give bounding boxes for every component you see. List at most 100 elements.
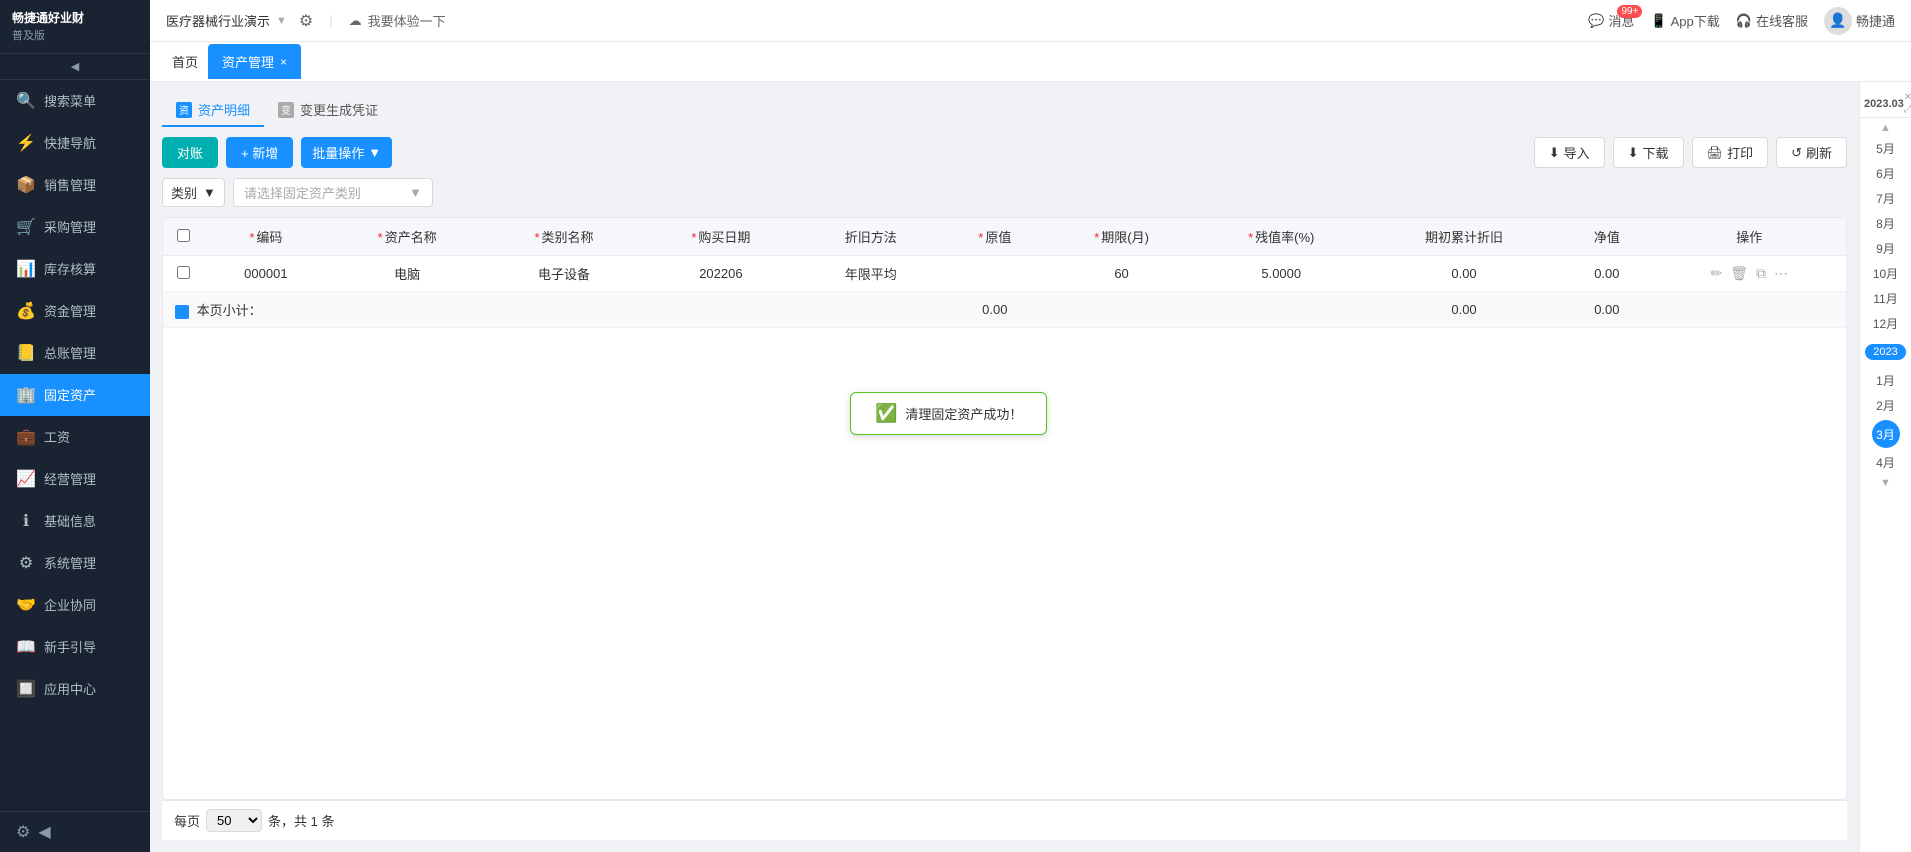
- experience-btn[interactable]: ☁ 我要体验一下: [349, 11, 446, 30]
- th-depreciation-method: 折旧方法: [799, 218, 942, 256]
- download-button[interactable]: ⬇ 下载: [1613, 137, 1684, 168]
- sidebar-item-fixed-assets[interactable]: 🏢 固定资产: [0, 374, 150, 416]
- reconcile-button[interactable]: 对账: [162, 137, 218, 168]
- sidebar-item-basic-info[interactable]: ℹ 基础信息: [0, 500, 150, 542]
- right-panel-close-icon[interactable]: ✕: [1904, 92, 1911, 103]
- copy-icon[interactable]: ⧉: [1756, 265, 1766, 282]
- per-page-label: 每页: [174, 811, 200, 830]
- batch-ops-button[interactable]: 批量操作 ▼: [301, 137, 392, 168]
- category-input[interactable]: 请选择固定资产类别 ▼: [233, 178, 433, 207]
- td-initial-depreciation: 0.00: [1367, 256, 1561, 292]
- month-1[interactable]: 1月: [1876, 368, 1895, 393]
- sidebar-label-operations: 经营管理: [44, 469, 96, 488]
- month-8[interactable]: 8月: [1876, 211, 1895, 236]
- month-9[interactable]: 9月: [1876, 236, 1895, 261]
- asset-table-wrap: *编码 *资产名称 *类别名称 *购买日期 折旧方法 *原值 *期限(月) *残…: [162, 217, 1847, 800]
- success-check-icon: ✅: [875, 403, 897, 424]
- content-area: 资 资产明细 变 变更生成凭证 对账 + 新增: [150, 82, 1859, 852]
- service-btn[interactable]: 🎧 在线客服: [1736, 11, 1808, 30]
- month-6[interactable]: 6月: [1876, 161, 1895, 186]
- refresh-button[interactable]: ↺ 刷新: [1776, 137, 1847, 168]
- edit-icon[interactable]: ✏: [1710, 265, 1722, 282]
- sidebar-item-operations[interactable]: 📈 经营管理: [0, 458, 150, 500]
- user-label: 畅捷通: [1856, 11, 1895, 30]
- reconcile-label: 对账: [177, 143, 203, 162]
- headset-icon: 🎧: [1736, 13, 1752, 29]
- tab-asset-management[interactable]: 资产管理 ×: [208, 44, 301, 79]
- td-name: 电脑: [329, 256, 486, 292]
- import-button[interactable]: ⬇ 导入: [1534, 137, 1605, 168]
- batch-ops-chevron-icon: ▼: [368, 145, 381, 160]
- sidebar-item-ledger[interactable]: 📒 总账管理: [0, 332, 150, 374]
- category-placeholder: 请选择固定资产类别: [244, 183, 361, 202]
- success-message: 清理固定资产成功！: [905, 404, 1022, 423]
- th-period: *期限(月): [1047, 218, 1195, 256]
- month-2[interactable]: 2月: [1876, 393, 1895, 418]
- sub-tab-change-voucher[interactable]: 变 变更生成凭证: [264, 94, 392, 127]
- batch-ops-label: 批量操作: [312, 143, 364, 162]
- up-arrow-btn[interactable]: ▲: [1878, 120, 1893, 136]
- app-download-btn[interactable]: 📱 App下载: [1650, 11, 1719, 30]
- experience-label: 我要体验一下: [368, 11, 446, 30]
- th-net-value: 净值: [1561, 218, 1652, 256]
- asset-table: *编码 *资产名称 *类别名称 *购买日期 折旧方法 *原值 *期限(月) *残…: [163, 218, 1846, 328]
- tab-close-icon[interactable]: ×: [280, 55, 287, 69]
- sidebar-item-app-center[interactable]: 🔲 应用中心: [0, 668, 150, 710]
- user-menu[interactable]: 👤 畅捷通: [1824, 7, 1895, 35]
- month-12[interactable]: 12月: [1873, 311, 1898, 336]
- td-category: 电子设备: [486, 256, 643, 292]
- month-4[interactable]: 4月: [1876, 450, 1895, 475]
- row-checkbox[interactable]: [177, 266, 190, 279]
- sidebar-item-enterprise[interactable]: 🤝 企业协同: [0, 584, 150, 626]
- messages-btn[interactable]: 💬 消息 99+: [1588, 11, 1634, 30]
- avatar: 👤: [1824, 7, 1852, 35]
- sidebar-collapse-arrow[interactable]: ◀: [71, 60, 79, 73]
- settings-bottom-icon[interactable]: ⚙: [16, 822, 30, 842]
- basic-info-icon: ℹ: [16, 511, 36, 531]
- sidebar-item-system[interactable]: ⚙ 系统管理: [0, 542, 150, 584]
- download-label: 下载: [1643, 143, 1669, 162]
- sidebar-item-search[interactable]: 🔍 搜索菜单: [0, 80, 150, 122]
- subtotal-original: 0.00: [942, 292, 1047, 328]
- per-page-select[interactable]: 50 100 200: [206, 809, 262, 832]
- month-7[interactable]: 7月: [1876, 186, 1895, 211]
- delete-icon[interactable]: 🗑: [1730, 265, 1748, 282]
- month-5[interactable]: 5月: [1876, 136, 1895, 161]
- app-center-icon: 🔲: [16, 679, 36, 699]
- subtotal-row: 本页小计： 0.00 0.00 0.00: [163, 292, 1846, 328]
- month-10[interactable]: 10月: [1873, 261, 1898, 286]
- month-11[interactable]: 11月: [1873, 286, 1897, 311]
- subtotal-label: 本页小计：: [163, 292, 942, 328]
- sidebar-scroll: 🔍 搜索菜单 ⚡ 快捷导航 📦 销售管理 🛒 采购管理 📊 库存核算 💰 资金管…: [0, 80, 150, 811]
- subtotal-actions-empty: [1653, 292, 1847, 328]
- print-button[interactable]: 🖨 打印: [1692, 137, 1769, 168]
- down-arrow-btn[interactable]: ▼: [1878, 475, 1893, 491]
- sidebar-item-sales[interactable]: 📦 销售管理: [0, 164, 150, 206]
- payroll-icon: 💼: [16, 427, 36, 447]
- subtotal-empty-2: [1196, 292, 1367, 328]
- sidebar-label-fixed-assets: 固定资产: [44, 385, 96, 404]
- sidebar-item-guide[interactable]: 📖 新手引导: [0, 626, 150, 668]
- filter-row: 类别 ▼ 请选择固定资产类别 ▼: [162, 178, 1847, 207]
- sidebar-item-finance[interactable]: 💰 资金管理: [0, 290, 150, 332]
- month-3-current[interactable]: 3月: [1872, 420, 1900, 448]
- sub-tab-asset-detail[interactable]: 资 资产明细: [162, 94, 264, 127]
- collapse-icon[interactable]: ◀: [38, 822, 50, 842]
- download-icon: ⬇: [1628, 145, 1639, 161]
- import-icon: ⬇: [1549, 145, 1560, 161]
- category-filter[interactable]: 类别 ▼: [162, 178, 225, 207]
- ledger-icon: 📒: [16, 343, 36, 363]
- months-after-section: 1月 2月 3月 4月: [1860, 368, 1911, 475]
- th-initial-depreciation: 期初累计折旧: [1367, 218, 1561, 256]
- sidebar-item-payroll[interactable]: 💼 工资: [0, 416, 150, 458]
- topbar-settings-icon[interactable]: ⚙: [299, 11, 313, 31]
- sidebar-item-inventory[interactable]: 📊 库存核算: [0, 248, 150, 290]
- new-button[interactable]: + 新增: [226, 137, 293, 168]
- select-all-checkbox[interactable]: [177, 229, 190, 242]
- company-selector[interactable]: 医疗器械行业演示 ▼: [166, 11, 287, 30]
- more-icon[interactable]: ⋯: [1774, 265, 1788, 282]
- tab-home[interactable]: 首页: [166, 44, 204, 79]
- right-panel-expand-icon[interactable]: ⤢: [1904, 104, 1911, 115]
- sidebar-item-quick-nav[interactable]: ⚡ 快捷导航: [0, 122, 150, 164]
- sidebar-item-purchase[interactable]: 🛒 采购管理: [0, 206, 150, 248]
